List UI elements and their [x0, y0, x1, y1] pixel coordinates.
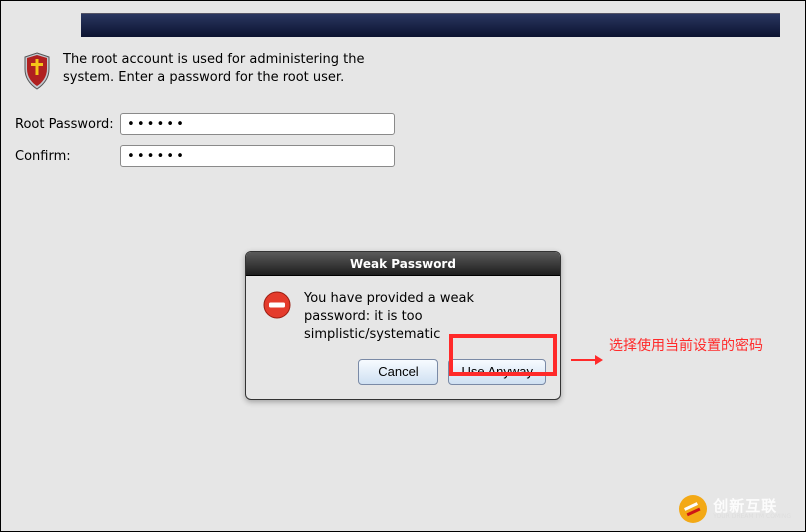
watermark-sub: YOUR DREAM I'M COMING: [713, 514, 791, 520]
password-form: Root Password: Confirm:: [15, 113, 395, 177]
window-top-bar: [81, 13, 780, 37]
use-anyway-button[interactable]: Use Anyway: [448, 359, 546, 385]
arrow-icon: [569, 353, 603, 367]
confirm-password-input[interactable]: [120, 145, 395, 167]
cancel-button[interactable]: Cancel: [358, 359, 438, 385]
root-password-input[interactable]: [120, 113, 395, 135]
confirm-label: Confirm:: [15, 149, 120, 164]
root-password-label: Root Password:: [15, 117, 120, 132]
intro-row: The root account is used for administeri…: [21, 51, 381, 91]
intro-text: The root account is used for administeri…: [63, 51, 381, 86]
annotation-text: 选择使用当前设置的密码: [609, 335, 763, 355]
dialog-message: You have provided a weak password: it is…: [304, 290, 544, 345]
error-icon: [262, 290, 292, 320]
watermark-main: 创新互联: [713, 499, 791, 514]
shield-icon: [21, 51, 53, 91]
weak-password-dialog: Weak Password You have provided a weak p…: [245, 251, 561, 400]
dialog-title: Weak Password: [246, 252, 560, 276]
watermark-logo-icon: [679, 495, 707, 523]
watermark: 创新互联 YOUR DREAM I'M COMING: [679, 495, 791, 523]
